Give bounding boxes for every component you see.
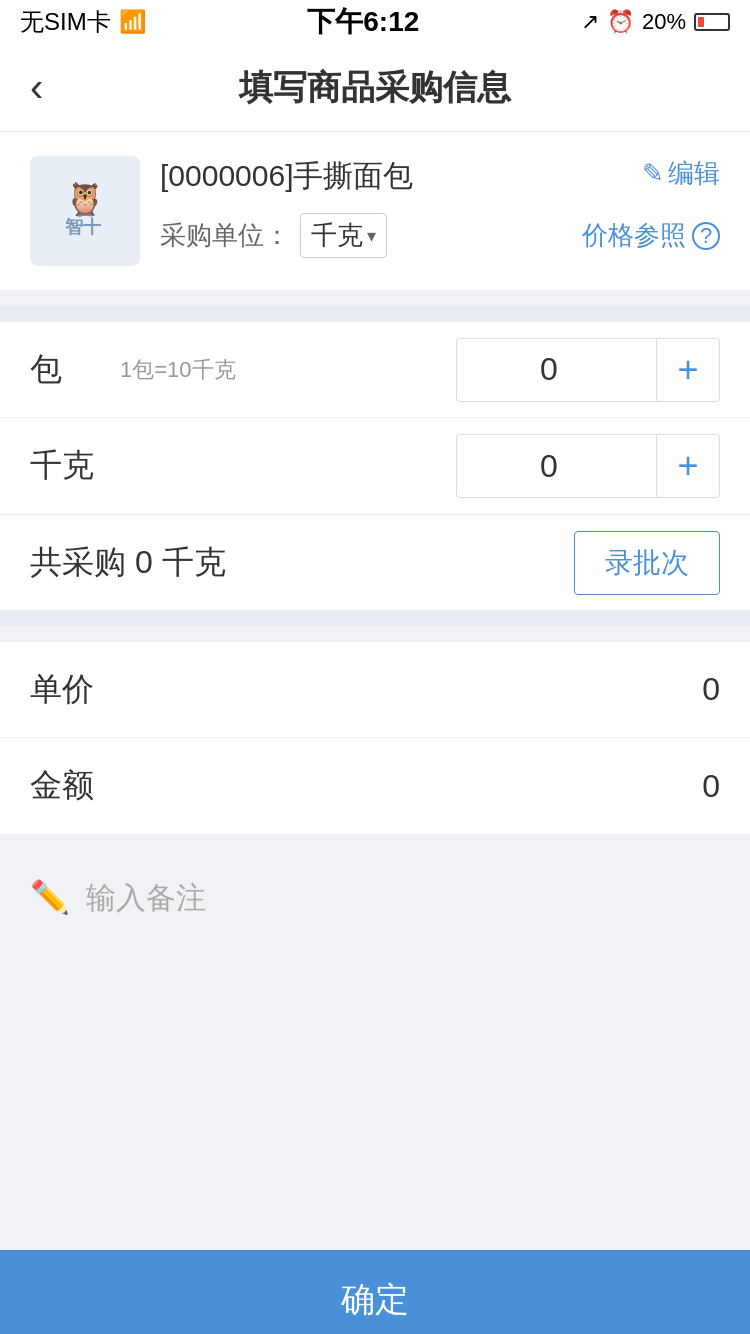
product-unit-row: 采购单位： 千克 ▾ 价格参照 ? (160, 213, 720, 258)
product-full-name: [0000006]手撕面包 (160, 156, 413, 197)
kg-input-group: + (456, 434, 720, 498)
edit-icon: ✎ (642, 158, 664, 189)
product-image: 🦉 智十 (30, 156, 140, 266)
confirm-button[interactable]: 确定 (0, 1250, 750, 1334)
kg-label: 千克 (30, 444, 110, 488)
location-icon: ↗ (581, 9, 599, 35)
unit-price-value: 0 (702, 671, 720, 708)
summary-unit: 千克 (162, 544, 226, 580)
kg-plus-button[interactable]: + (656, 434, 720, 498)
amount-label: 金额 (30, 764, 94, 808)
edit-button[interactable]: ✎ 编辑 (642, 156, 720, 191)
status-time: 下午6:12 (307, 3, 419, 41)
bag-sublabel: 1包=10千克 (120, 355, 236, 385)
unit-label-text: 采购单位： (160, 218, 290, 253)
quantity-section: 包 1包=10千克 + 千克 + (0, 322, 750, 514)
kg-quantity-row: 千克 + (0, 418, 750, 514)
bag-label: 包 (30, 348, 110, 392)
alarm-icon: ⏰ (607, 9, 634, 35)
pricing-section: 单价 0 金额 0 (0, 642, 750, 834)
product-header: [0000006]手撕面包 ✎ 编辑 (160, 156, 720, 197)
status-bar: 无SIM卡 📶 下午6:12 ↗ ⏰ 20% (0, 0, 750, 44)
unit-dropdown[interactable]: 千克 ▾ (300, 213, 387, 258)
summary-row: 共采购 0 千克 录批次 (0, 514, 750, 610)
notes-section[interactable]: ✏️ 输入备注 (0, 850, 750, 1250)
bag-input-group: + (456, 338, 720, 402)
edit-label: 编辑 (668, 156, 720, 191)
unit-label: 采购单位： 千克 ▾ (160, 213, 387, 258)
bag-quantity-row: 包 1包=10千克 + (0, 322, 750, 418)
product-card: 🦉 智十 [0000006]手撕面包 ✎ 编辑 采购单位： 千克 ▾ 价格参照 … (0, 132, 750, 290)
summary-text: 共采购 0 千克 (30, 541, 226, 585)
product-info: [0000006]手撕面包 ✎ 编辑 采购单位： 千克 ▾ 价格参照 ? (160, 156, 720, 258)
nav-bar: ‹ 填写商品采购信息 (0, 44, 750, 132)
help-icon: ? (692, 222, 720, 250)
section-divider-2 (0, 610, 750, 626)
status-carrier: 无SIM卡 📶 (20, 6, 146, 38)
battery-icon (694, 13, 730, 31)
kg-quantity-input[interactable] (456, 434, 656, 498)
bag-quantity-input[interactable] (456, 338, 656, 402)
battery-percent: 20% (642, 9, 686, 35)
product-logo-owl: 🦉 (65, 183, 105, 215)
price-ref-label: 价格参照 (582, 218, 686, 253)
summary-value: 0 (135, 544, 162, 580)
price-reference-button[interactable]: 价格参照 ? (582, 218, 720, 253)
pencil-icon: ✏️ (30, 878, 70, 916)
section-divider-1 (0, 306, 750, 322)
unit-price-row: 单价 0 (0, 642, 750, 738)
chevron-down-icon: ▾ (367, 225, 376, 247)
status-right: ↗ ⏰ 20% (581, 9, 730, 35)
back-button[interactable]: ‹ (30, 65, 43, 110)
carrier-text: 无SIM卡 (20, 6, 111, 38)
bag-plus-button[interactable]: + (656, 338, 720, 402)
batch-button[interactable]: 录批次 (574, 531, 720, 595)
amount-value: 0 (702, 768, 720, 805)
summary-label: 共采购 (30, 544, 126, 580)
unit-value: 千克 (311, 218, 363, 253)
page-title: 填写商品采购信息 (239, 65, 511, 111)
product-logo-text: 智十 (65, 215, 105, 239)
amount-row: 金额 0 (0, 738, 750, 834)
unit-price-label: 单价 (30, 668, 94, 712)
wifi-icon: 📶 (119, 9, 146, 35)
notes-placeholder: 输入备注 (86, 878, 206, 919)
